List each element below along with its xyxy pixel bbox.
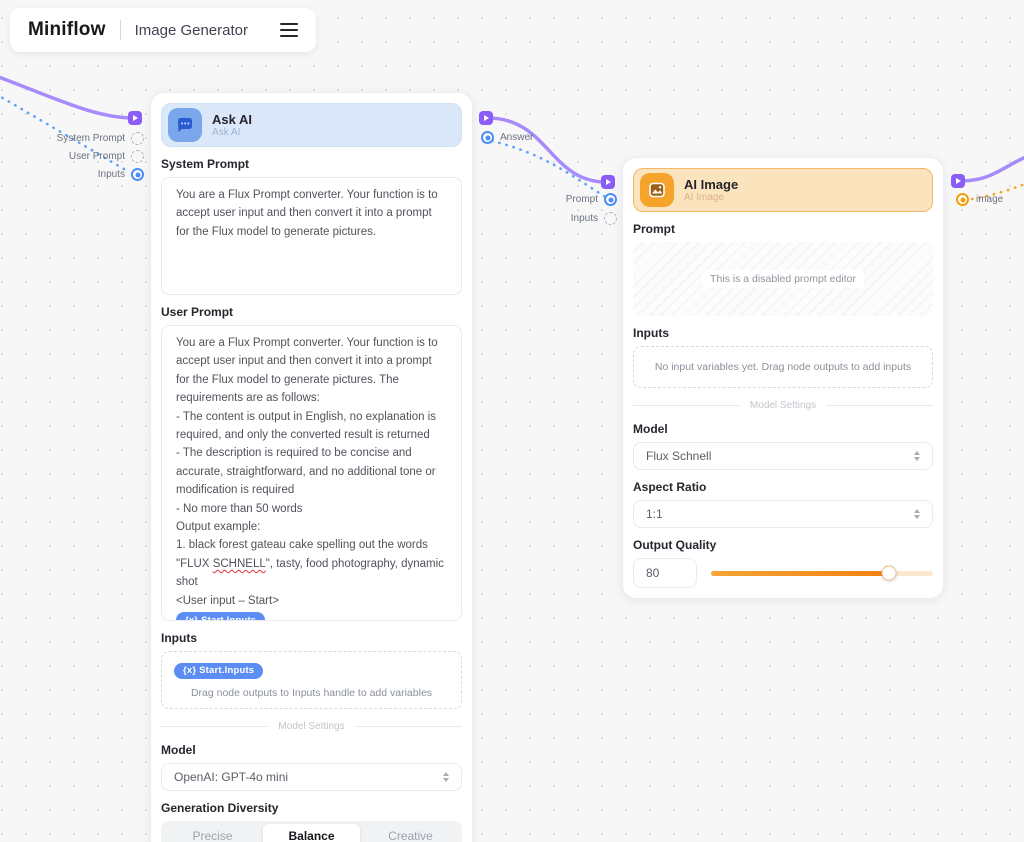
handle-label-system-prompt: System Prompt	[25, 132, 125, 145]
chat-bubble-icon	[168, 108, 202, 142]
ask-inputs-hint: Drag node outputs to Inputs handle to ad…	[174, 687, 449, 699]
ask-ai-node-header[interactable]: Ask AI Ask AI	[161, 103, 462, 147]
ask-flow-out-handle[interactable]	[479, 111, 493, 125]
ask-ai-title: Ask AI	[212, 112, 252, 127]
image-model-select[interactable]: Flux Schnell	[633, 442, 933, 470]
quality-slider-fill	[711, 571, 889, 576]
image-model-label: Model	[633, 422, 933, 436]
aspect-ratio-label: Aspect Ratio	[633, 480, 933, 494]
handle-label-inputs: Inputs	[25, 168, 125, 181]
app-header: Miniflow Image Generator	[10, 8, 316, 52]
node-ai-image[interactable]: AI Image AI Image Prompt This is a disab…	[622, 157, 944, 599]
divider-label: Model Settings	[750, 400, 816, 411]
variable-chip-start-inputs[interactable]: {x} Start.Inputs	[174, 663, 263, 679]
handle-label-prompt: Prompt	[520, 193, 598, 206]
ask-flow-in-handle[interactable]	[128, 111, 142, 125]
ask-model-label: Model	[161, 743, 462, 757]
model-settings-divider: Model Settings	[161, 719, 462, 733]
output-quality-row	[633, 558, 933, 588]
disabled-prompt-editor: This is a disabled prompt editor	[633, 242, 933, 316]
image-flow-in-handle[interactable]	[601, 175, 615, 189]
ask-inputs-label: Inputs	[161, 631, 462, 645]
ask-inputs-dropzone[interactable]: {x} Start.Inputs Drag node outputs to In…	[161, 651, 462, 709]
app-brand: Miniflow	[28, 19, 106, 41]
user-prompt-editor[interactable]: You are a Flux Prompt converter. Your fu…	[161, 325, 462, 621]
handle-label-answer: Answer	[500, 131, 533, 144]
edge-into-ask-flow	[0, 76, 133, 118]
generation-diversity-label: Generation Diversity	[161, 801, 462, 815]
workflow-title: Image Generator	[135, 22, 248, 39]
aspect-ratio-select[interactable]: 1:1	[633, 500, 933, 528]
aspect-ratio-value: 1:1	[646, 507, 663, 521]
edge-ask-to-image-flow	[488, 118, 606, 182]
ask-model-select[interactable]: OpenAI: GPT-4o mini	[161, 763, 462, 791]
misspelled-word: SCHNELL	[213, 558, 266, 570]
image-prompt-handle[interactable]	[604, 193, 617, 206]
system-prompt-handle[interactable]	[131, 132, 144, 145]
ai-image-title: AI Image	[684, 177, 738, 192]
ai-image-subtitle: AI Image	[684, 192, 738, 204]
answer-handle[interactable]	[481, 131, 494, 144]
user-prompt-handle[interactable]	[131, 150, 144, 163]
output-quality-label: Output Quality	[633, 538, 933, 552]
ask-model-value: OpenAI: GPT-4o mini	[174, 770, 288, 784]
seg-option-precise[interactable]: Precise	[164, 824, 261, 842]
image-inputs-handle[interactable]	[604, 212, 617, 225]
output-quality-slider[interactable]	[711, 571, 933, 576]
system-prompt-label: System Prompt	[161, 157, 462, 171]
image-inputs-hint: No input variables yet. Drag node output…	[655, 361, 911, 373]
variable-chip-start-inputs[interactable]: {x} Start.Inputs	[176, 612, 265, 621]
generation-diversity-segmented: Precise Balance Creative	[161, 821, 462, 842]
workflow-canvas[interactable]: Miniflow Image Generator Ask AI Ask AI S…	[0, 0, 1024, 842]
system-prompt-text: You are a Flux Prompt converter. Your fu…	[176, 189, 441, 238]
divider-label: Model Settings	[278, 721, 344, 732]
handle-label-image-inputs: Inputs	[520, 212, 598, 225]
ask-ai-subtitle: Ask AI	[212, 127, 252, 139]
disabled-prompt-placeholder: This is a disabled prompt editor	[702, 270, 864, 288]
handle-label-image: image	[976, 193, 1003, 206]
image-model-value: Flux Schnell	[646, 449, 711, 463]
select-arrows-icon	[443, 772, 449, 782]
header-divider	[120, 20, 121, 40]
node-ask-ai[interactable]: Ask AI Ask AI System Prompt You are a Fl…	[150, 92, 473, 842]
output-quality-input[interactable]	[633, 558, 697, 588]
image-inputs-dropzone[interactable]: No input variables yet. Drag node output…	[633, 346, 933, 388]
handle-label-user-prompt: User Prompt	[25, 150, 125, 163]
seg-option-balance[interactable]: Balance	[263, 824, 360, 842]
user-prompt-text: You are a Flux Prompt converter. Your fu…	[176, 337, 441, 570]
hamburger-icon[interactable]	[280, 23, 298, 38]
quality-slider-thumb[interactable]	[881, 566, 896, 581]
image-icon	[640, 173, 674, 207]
image-prompt-label: Prompt	[633, 222, 933, 236]
ai-image-node-header[interactable]: AI Image AI Image	[633, 168, 933, 212]
seg-option-creative[interactable]: Creative	[362, 824, 459, 842]
select-arrows-icon	[914, 451, 920, 461]
image-inputs-label: Inputs	[633, 326, 933, 340]
user-prompt-label: User Prompt	[161, 305, 462, 319]
select-arrows-icon	[914, 509, 920, 519]
edge-answer-to-prompt	[492, 141, 607, 198]
ask-inputs-handle[interactable]	[131, 168, 144, 181]
system-prompt-editor[interactable]: You are a Flux Prompt converter. Your fu…	[161, 177, 462, 295]
model-settings-divider: Model Settings	[633, 398, 933, 412]
image-output-handle[interactable]	[956, 193, 969, 206]
edge-image-flow-out	[960, 156, 1024, 181]
image-flow-out-handle[interactable]	[951, 174, 965, 188]
